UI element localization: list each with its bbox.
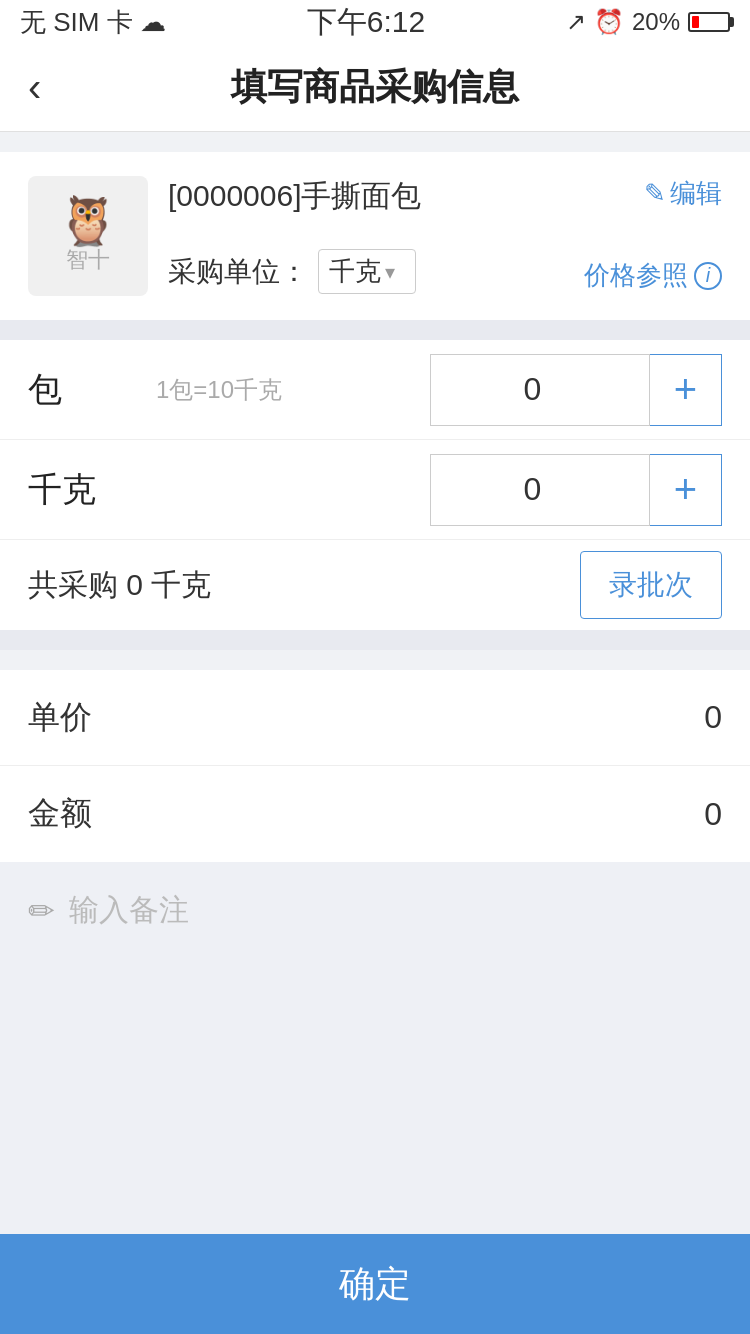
kg-input-group: + — [430, 454, 722, 526]
price-section: 单价 0 金额 0 — [0, 670, 750, 862]
notes-section[interactable]: ✏ 输入备注 — [0, 862, 750, 959]
page-title: 填写商品采购信息 — [231, 63, 519, 112]
product-name: [0000006]手撕面包 — [168, 176, 421, 217]
amount-row: 金额 0 — [0, 766, 750, 862]
unit-value: 千克 — [329, 254, 381, 289]
price-ref-label: 价格参照 — [584, 258, 688, 293]
unit-row: 采购单位： 千克 ▾ — [168, 249, 416, 294]
unit-label: 采购单位： — [168, 253, 308, 291]
status-bar: 无 SIM 卡 ☁ 下午6:12 ↗ ⏰ 20% — [0, 0, 750, 44]
kg-plus-button[interactable]: + — [650, 454, 722, 526]
edit-button[interactable]: ✎ 编辑 — [644, 176, 722, 211]
bag-input-row: 包 1包=10千克 + — [0, 340, 750, 440]
battery-percent: 20% — [632, 8, 680, 36]
unit-price-label: 单价 — [28, 696, 92, 740]
status-right: ↗ ⏰ 20% — [566, 8, 730, 36]
edit-icon: ✎ — [644, 178, 666, 209]
amount-label: 金额 — [28, 792, 92, 836]
bag-sublabel: 1包=10千克 — [156, 374, 430, 406]
divider-1 — [0, 320, 750, 340]
kg-label: 千克 — [28, 467, 148, 513]
sim-status: 无 SIM 卡 ☁ — [20, 5, 166, 40]
kg-input[interactable] — [430, 454, 650, 526]
total-text: 共采购 0 千克 — [28, 565, 211, 606]
product-thumb-text: 智十 — [66, 245, 110, 275]
nav-bar: ‹ 填写商品采购信息 — [0, 44, 750, 132]
bag-input[interactable] — [430, 354, 650, 426]
kg-input-row: 千克 + — [0, 440, 750, 540]
bag-input-group: + — [430, 354, 722, 426]
total-row: 共采购 0 千克 录批次 — [0, 540, 750, 630]
confirm-button[interactable]: 确定 — [0, 1234, 750, 1334]
info-icon: i — [694, 262, 722, 290]
notes-placeholder: 输入备注 — [69, 890, 189, 931]
battery-icon — [688, 12, 730, 32]
product-info: [0000006]手撕面包 ✎ 编辑 采购单位： 千克 ▾ 价格参照 i — [168, 176, 722, 294]
unit-select[interactable]: 千克 ▾ — [318, 249, 416, 294]
back-button[interactable]: ‹ — [28, 65, 41, 110]
location-icon: ↗ — [566, 8, 586, 36]
status-left: 无 SIM 卡 ☁ — [20, 5, 166, 40]
dropdown-arrow-icon: ▾ — [385, 260, 395, 284]
bag-plus-button[interactable]: + — [650, 354, 722, 426]
bottom-spacer — [0, 959, 750, 1239]
pencil-icon: ✏ — [28, 892, 55, 930]
product-thumbnail: 🦉 智十 — [28, 176, 148, 296]
unit-price-value: 0 — [704, 699, 722, 736]
price-ref-button[interactable]: 价格参照 i — [584, 258, 722, 293]
unit-price-row: 单价 0 — [0, 670, 750, 766]
batch-button[interactable]: 录批次 — [580, 551, 722, 619]
product-thumb-icon: 🦉 — [58, 197, 118, 245]
bag-label: 包 — [28, 367, 148, 413]
product-card: 🦉 智十 [0000006]手撕面包 ✎ 编辑 采购单位： 千克 ▾ — [0, 152, 750, 320]
amount-value: 0 — [704, 796, 722, 833]
alarm-icon: ⏰ — [594, 8, 624, 36]
status-time: 下午6:12 — [307, 2, 425, 43]
divider-2 — [0, 630, 750, 650]
input-section: 包 1包=10千克 + 千克 + — [0, 340, 750, 540]
edit-label: 编辑 — [670, 176, 722, 211]
